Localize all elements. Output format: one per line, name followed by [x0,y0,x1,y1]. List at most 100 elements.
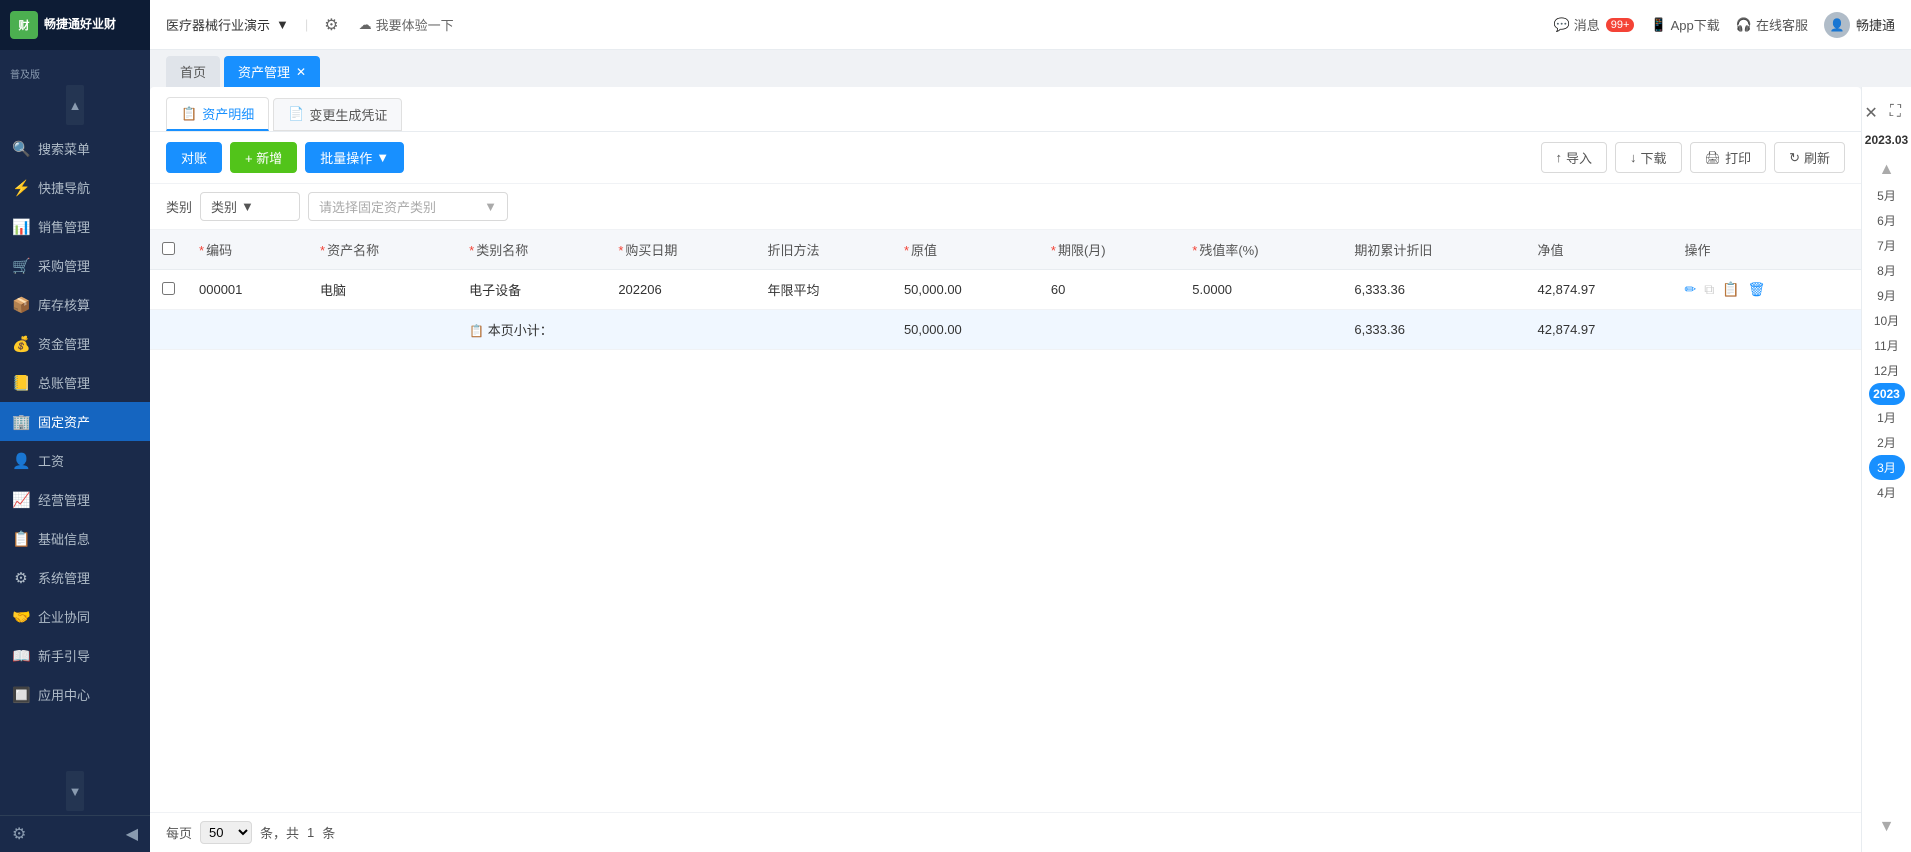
logo-icon: 财 [10,11,38,39]
user-menu[interactable]: 👤 畅捷通 [1824,12,1895,38]
select-all-checkbox[interactable] [162,242,175,255]
subtotal-row: 📋 本页小计： 50,000.00 6,333.36 42,874.97 [150,310,1861,350]
month-4[interactable]: 4月 [1869,480,1905,505]
month-7[interactable]: 7月 [1869,233,1905,258]
delete-icon[interactable]: 🗑 [1748,281,1766,298]
download-icon: ↓ [1630,150,1637,165]
category-select[interactable]: 类别 ▼ [200,192,300,221]
sidebar-item-guide[interactable]: 📖 新手引导 [0,636,150,675]
sidebar-item-sales[interactable]: 📊 销售管理 [0,207,150,246]
tab-asset-detail[interactable]: 📋 资产明细 [166,97,269,131]
sidebar-scroll-up[interactable]: ▲ [66,85,84,125]
avatar: 👤 [1824,12,1850,38]
sidebar-item-operations[interactable]: 📈 经营管理 [0,480,150,519]
sidebar-item-quick-nav[interactable]: ⚡ 快捷导航 [0,168,150,207]
service-icon: 🎧 [1736,17,1752,33]
row-net-value: 42,874.97 [1526,270,1673,310]
month-10[interactable]: 10月 [1869,308,1905,333]
category-dropdown-icon: ▼ [241,199,254,214]
app-center-icon: 🔲 [12,686,30,704]
online-service-btn[interactable]: 🎧 在线客服 [1736,15,1808,34]
sidebar-bottom: ⚙ ◀ [0,815,150,852]
fixed-assets-icon: 🏢 [12,413,30,431]
panel-close-icon[interactable]: ✕ [1860,99,1881,127]
tab-close-icon[interactable]: ✕ [296,65,306,79]
refresh-label: 刷新 [1804,148,1830,167]
sidebar-item-payroll[interactable]: 👤 工资 [0,441,150,480]
inner-tabbar: 📋 资产明细 📄 变更生成凭证 [150,87,1861,132]
month-11[interactable]: 11月 [1869,333,1905,358]
duplicate-icon[interactable]: 📋 [1722,281,1739,298]
tab-asset-management[interactable]: 资产管理 ✕ [224,56,320,87]
sidebar-item-basic-info[interactable]: 📋 基础信息 [0,519,150,558]
cloud-icon: ☁ [359,17,372,33]
new-button[interactable]: + 新增 [230,142,297,173]
subtotal-empty-4 [1039,310,1180,350]
sidebar-item-system[interactable]: ⚙ 系统管理 [0,558,150,597]
sidebar-item-label: 资金管理 [38,334,90,353]
row-depreciation: 年限平均 [755,270,891,310]
month-3-active[interactable]: 3月 [1869,455,1905,480]
sidebar-collapse-icon[interactable]: ◀ [126,824,138,844]
category-input[interactable]: 请选择固定资产类别 ▼ [308,192,508,221]
sidebar-item-fixed-assets[interactable]: 🏢 固定资产 [0,402,150,441]
month-9[interactable]: 9月 [1869,283,1905,308]
download-label: 下载 [1641,148,1667,167]
tab-change-voucher[interactable]: 📄 变更生成凭证 [273,98,402,131]
sidebar-item-general-ledger[interactable]: 📒 总账管理 [0,363,150,402]
inventory-icon: 📦 [12,296,30,314]
table-row: 000001 电脑 电子设备 202206 年限平均 50,000.00 60 … [150,270,1861,310]
row-purchase-date: 202206 [606,270,755,310]
settings-gear-icon[interactable]: ⚙ [324,15,338,35]
panel-scroll-down[interactable]: ▼ [1875,814,1899,840]
month-1[interactable]: 1月 [1869,405,1905,430]
category-placeholder: 请选择固定资产类别 [319,197,436,216]
sidebar-item-finance[interactable]: 💰 资金管理 [0,324,150,363]
panel-expand-icon[interactable]: ⛶ [1886,99,1905,127]
panel-scroll-up[interactable]: ▲ [1875,157,1899,183]
asset-detail-label: 资产明细 [202,104,254,123]
batch-label: 批量操作 [320,148,372,167]
sidebar: 财 畅捷通好业财 普及版 ▲ 🔍 搜索菜单 ⚡ 快捷导航 📊 销售管理 🛒 采购… [0,0,150,852]
sidebar-item-purchase[interactable]: 🛒 采购管理 [0,246,150,285]
asset-table: *编码 *资产名称 *类别名称 *购买日期 折旧方法 *原值 *期限(月) *残… [150,230,1861,350]
import-icon: ↑ [1556,150,1563,165]
download-button[interactable]: ↓ 下载 [1615,142,1682,173]
change-voucher-icon: 📄 [288,106,304,122]
month-2[interactable]: 2月 [1869,430,1905,455]
copy-icon[interactable]: ⧉ [1704,281,1714,298]
settings-icon[interactable]: ⚙ [12,824,26,844]
edit-icon[interactable]: ✏ [1684,281,1696,298]
row-checkbox[interactable] [162,282,175,295]
batch-button[interactable]: 批量操作 ▼ [305,142,404,173]
header-net-value: 净值 [1526,230,1673,270]
sidebar-item-search[interactable]: 🔍 搜索菜单 [0,129,150,168]
print-button[interactable]: 🖨 打印 [1690,142,1767,173]
action-icons: ✏ ⧉ 📋 🗑 [1684,281,1849,298]
month-12[interactable]: 12月 [1869,358,1905,383]
month-5[interactable]: 5月 [1869,183,1905,208]
sidebar-item-enterprise[interactable]: 🤝 企业协同 [0,597,150,636]
month-6[interactable]: 6月 [1869,208,1905,233]
month-8[interactable]: 8月 [1869,258,1905,283]
reconcile-button[interactable]: 对账 [166,142,222,173]
header-purchase-date: *购买日期 [606,230,755,270]
sidebar-scroll-down[interactable]: ▼ [66,771,84,811]
row-checkbox-cell [150,270,187,310]
sidebar-item-inventory[interactable]: 📦 库存核算 [0,285,150,324]
import-button[interactable]: ↑ 导入 [1541,142,1608,173]
right-panel: ✕ ⛶ 2023.03 ▲ 5月 6月 7月 8月 9月 10月 11月 12月… [1861,87,1911,852]
experience-btn[interactable]: ☁ 我要体验一下 [359,15,454,34]
guide-icon: 📖 [12,647,30,665]
new-label: + 新增 [245,148,282,167]
app-download-btn[interactable]: 📱 App下载 [1650,15,1719,34]
message-btn[interactable]: 💬 消息 99+ [1554,15,1635,34]
refresh-button[interactable]: ↻ 刷新 [1774,142,1845,173]
company-selector[interactable]: 医疗器械行业演示 ▼ [166,15,289,34]
tab-home[interactable]: 首页 [166,56,220,87]
sidebar-item-app-center[interactable]: 🔲 应用中心 [0,675,150,714]
quick-nav-icon: ⚡ [12,179,30,197]
page-size-select[interactable]: 50 100 200 [200,821,252,844]
topbar-separator: | [305,17,308,32]
total-suffix: 条 [322,823,335,842]
